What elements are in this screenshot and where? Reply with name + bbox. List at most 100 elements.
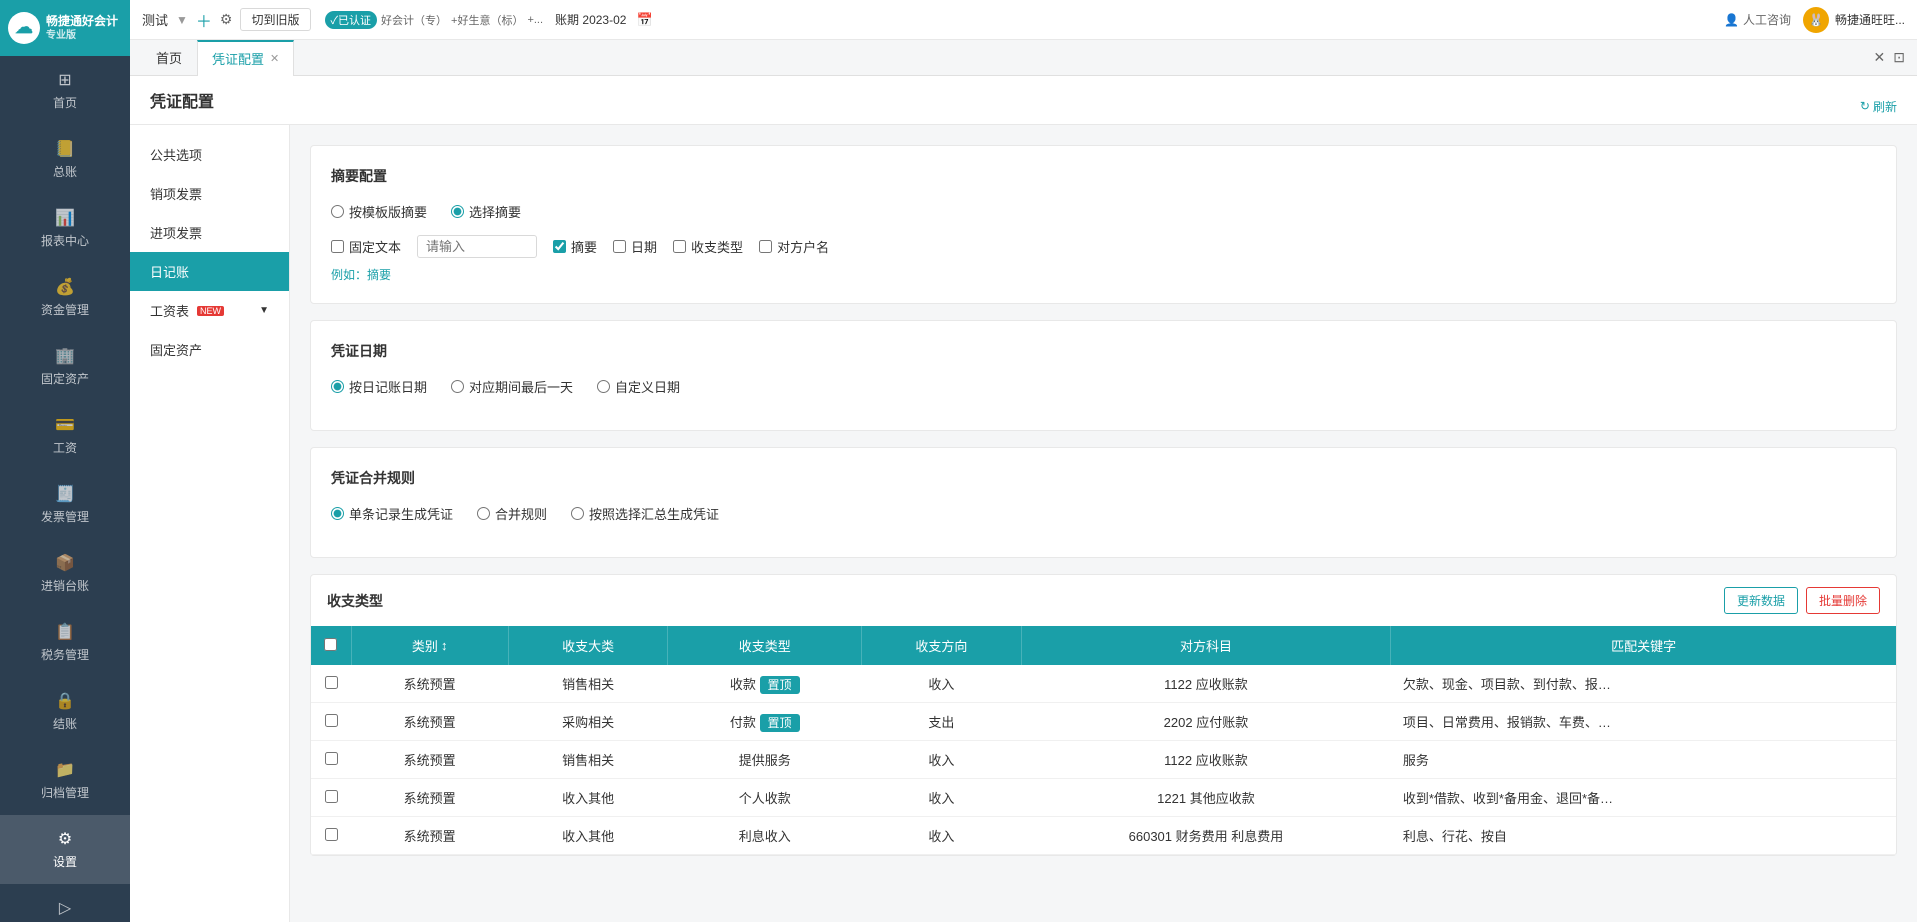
radio-custom-date-input[interactable] [597,380,610,393]
sidebar-item-home[interactable]: ⊞ 首页 [0,56,130,125]
sidebar-nav: ⊞ 首页 📒 总账 📊 报表中心 💰 资金管理 🏢 固定资产 💳 工资 🧾 发票… [0,56,130,922]
sidebar-item-reports[interactable]: 📊 报表中心 [0,194,130,263]
radio-template-input[interactable] [331,205,344,218]
content-header: 凭证配置 ↻ 刷新 [130,76,1917,125]
row-account: 1122 应收账款 [1021,665,1391,703]
row-checkbox[interactable] [325,714,338,727]
batch-delete-button[interactable]: 批量删除 [1806,587,1880,614]
refresh-button[interactable]: ↻ 刷新 [1860,98,1897,115]
table-title: 收支类型 [327,591,383,611]
menu-item-payroll[interactable]: 工资表 NEW ▼ [130,291,289,330]
checkbox-row: 固定文本 摘要 日期 收支类型 [331,235,1876,258]
radio-merge-input[interactable] [477,507,490,520]
radio-single-label: 单条记录生成凭证 [349,504,453,523]
radio-single[interactable]: 单条记录生成凭证 [331,504,453,523]
calendar-icon[interactable]: 📅 [636,12,652,28]
row-checkbox[interactable] [325,676,338,689]
checkbox-payment-type[interactable]: 收支类型 [673,237,743,256]
sidebar-item-archive[interactable]: 📁 归档管理 [0,746,130,815]
radio-select[interactable]: 选择摘要 [451,202,521,221]
service-icon: 👤 [1724,13,1739,27]
menu-item-fixed-assets[interactable]: 固定资产 [130,330,289,369]
radio-template-label: 按模板版摘要 [349,202,427,221]
checkbox-summary[interactable]: 摘要 [553,237,597,256]
menu-item-journal[interactable]: 日记账 [130,252,289,291]
checkbox-fixed-text-label: 固定文本 [349,237,401,256]
update-data-button[interactable]: 更新数据 [1724,587,1798,614]
sidebar-item-closing[interactable]: 🔒 结账 [0,677,130,746]
tab-home-label: 首页 [156,48,182,67]
tab-voucher-config-label: 凭证配置 [212,49,264,68]
sidebar-item-purchase[interactable]: 📦 进销台账 [0,539,130,608]
radio-period-last-input[interactable] [451,380,464,393]
user-name: 畅捷通旺旺... [1835,11,1905,28]
summary-config-title: 摘要配置 [331,166,1876,186]
sidebar-item-funds-label: 资金管理 [41,301,89,318]
guide-icon: ▷ [59,898,71,918]
fixed-text-input[interactable] [417,235,537,258]
sidebar-item-assets[interactable]: 🏢 固定资产 [0,332,130,401]
radio-select-input[interactable] [451,205,464,218]
app-logo: ☁ 畅捷通好会计 专业版 [0,0,130,56]
row-check [311,817,351,855]
radio-single-input[interactable] [331,507,344,520]
menu-item-public[interactable]: 公共选项 [130,135,289,174]
checkbox-date-input[interactable] [613,240,626,253]
tabs-actions: ✕ ⊡ [1874,49,1905,66]
radio-journal-date[interactable]: 按日记账日期 [331,377,427,396]
row-checkbox[interactable] [325,828,338,841]
row-type: 付款 置顶 [668,703,862,741]
menu-item-sales-label: 销项发票 [150,184,202,203]
period-label: 账期 2023-02 [555,11,626,28]
checkbox-fixed-text[interactable]: 固定文本 [331,237,401,256]
select-all-checkbox[interactable] [324,638,337,651]
tab-voucher-config[interactable]: 凭证配置 ✕ [197,40,294,76]
row-direction: 收入 [862,779,1021,817]
home-icon: ⊞ [58,70,71,90]
tab-close-icon[interactable]: ✕ [270,52,279,65]
checkbox-counterparty[interactable]: 对方户名 [759,237,829,256]
radio-period-last[interactable]: 对应期间最后一天 [451,377,573,396]
sidebar-item-ledger[interactable]: 📒 总账 [0,125,130,194]
checkbox-fixed-text-input[interactable] [331,240,344,253]
checkbox-date[interactable]: 日期 [613,237,657,256]
checkbox-summary-input[interactable] [553,240,566,253]
tag1: 好会计（专） [381,12,447,28]
row-big-category: 采购相关 [508,703,667,741]
row-checkbox[interactable] [325,752,338,765]
sidebar-item-guide[interactable]: ▷ 新手引导 [0,884,130,922]
sidebar-item-funds[interactable]: 💰 资金管理 [0,263,130,332]
radio-by-select-input[interactable] [571,507,584,520]
row-checkbox[interactable] [325,790,338,803]
sidebar-item-salary[interactable]: 💳 工资 [0,401,130,470]
expand-button[interactable]: ⊡ [1893,49,1905,66]
radio-merge[interactable]: 合并规则 [477,504,547,523]
menu-item-sales-invoice[interactable]: 销项发票 [130,174,289,213]
table-row: 系统预置 销售相关 收款 置顶 收入 1122 应收账款 欠款、现金、项目款、到… [311,665,1896,703]
tab-home[interactable]: 首页 [142,40,197,76]
radio-by-select[interactable]: 按照选择汇总生成凭证 [571,504,719,523]
th-account: 对方科目 [1021,626,1391,665]
radio-merge-label: 合并规则 [495,504,547,523]
sidebar-item-settings[interactable]: ⚙ 设置 [0,815,130,884]
logo-name: 畅捷通好会计 [46,14,118,30]
checkbox-counterparty-input[interactable] [759,240,772,253]
close-all-button[interactable]: ✕ [1874,49,1886,66]
company-dropdown-icon[interactable]: ▼ [176,13,188,27]
add-icon[interactable]: ＋ [196,8,212,32]
row-category: 系统预置 [351,741,508,779]
user-info[interactable]: 🐰 畅捷通旺旺... [1803,7,1905,33]
assets-icon: 🏢 [55,346,75,366]
radio-journal-date-input[interactable] [331,380,344,393]
sidebar-item-invoice[interactable]: 🧾 发票管理 [0,470,130,539]
sidebar-item-tax[interactable]: 📋 税务管理 [0,608,130,677]
radio-template[interactable]: 按模板版摘要 [331,202,427,221]
gear-icon[interactable]: ⚙ [220,11,233,28]
menu-item-purchase-invoice[interactable]: 进项发票 [130,213,289,252]
switch-version-button[interactable]: 切到旧版 [240,8,310,31]
sidebar-item-assets-label: 固定资产 [41,370,89,387]
top-tag: 置顶 [760,676,800,694]
radio-custom-date[interactable]: 自定义日期 [597,377,680,396]
service-button[interactable]: 👤 人工咨询 [1724,11,1791,28]
checkbox-payment-type-input[interactable] [673,240,686,253]
